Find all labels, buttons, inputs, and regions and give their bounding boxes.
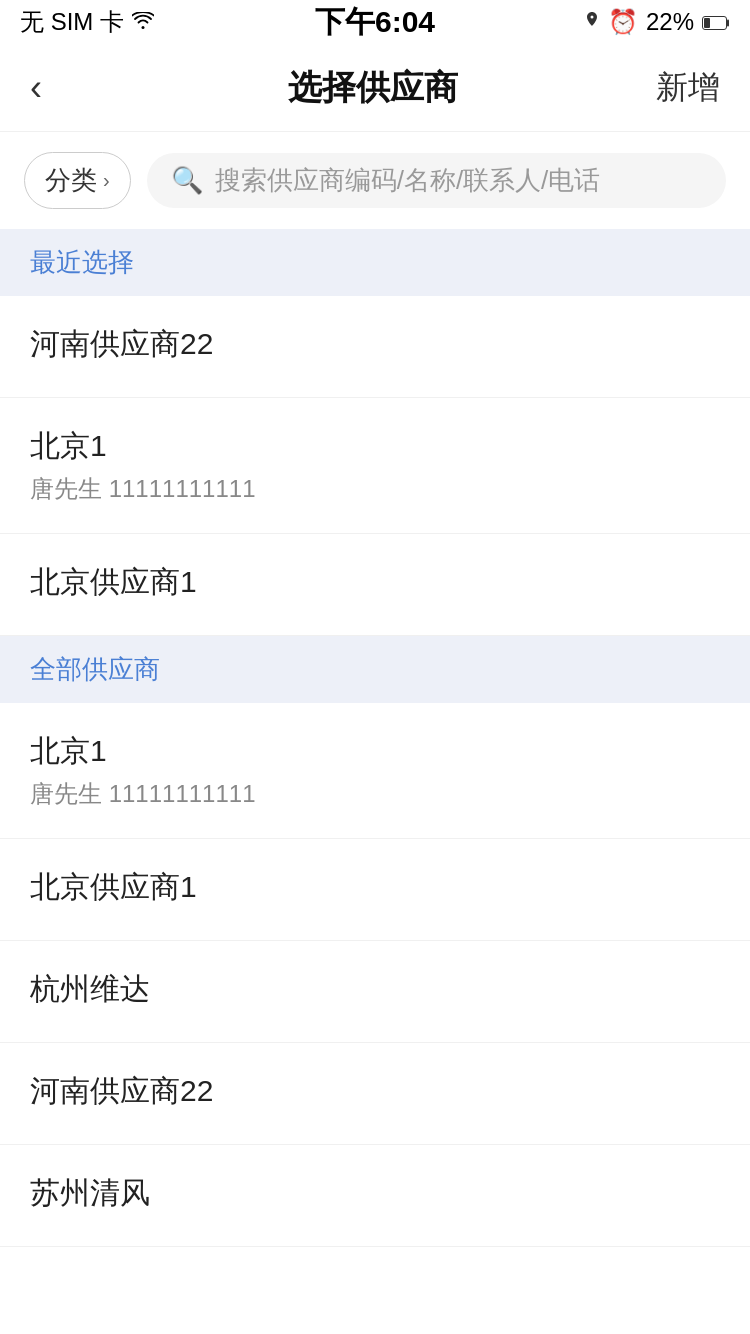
add-button[interactable]: 新增 bbox=[656, 66, 720, 110]
alarm-icon: ⏰ bbox=[608, 8, 638, 36]
status-left: 无 SIM 卡 bbox=[20, 6, 154, 38]
wifi-icon bbox=[132, 8, 154, 36]
search-area: 分类 › 🔍 bbox=[0, 132, 750, 229]
item-detail: 唐先生 11111111111 bbox=[30, 778, 720, 810]
item-detail: 唐先生 11111111111 bbox=[30, 473, 720, 505]
chevron-right-icon: › bbox=[103, 169, 110, 192]
page-title: 选择供应商 bbox=[288, 65, 458, 111]
back-button[interactable]: ‹ bbox=[30, 67, 90, 109]
item-name: 北京供应商1 bbox=[30, 562, 720, 603]
item-name: 苏州清风 bbox=[30, 1173, 720, 1214]
nav-bar: ‹ 选择供应商 新增 bbox=[0, 44, 750, 132]
list-item[interactable]: 杭州维达 bbox=[0, 941, 750, 1043]
list-item[interactable]: 河南供应商22 bbox=[0, 296, 750, 398]
search-box: 🔍 bbox=[147, 153, 726, 208]
status-time: 下午6:04 bbox=[315, 2, 435, 43]
category-button[interactable]: 分类 › bbox=[24, 152, 131, 209]
list-item[interactable]: 河南供应商22 bbox=[0, 1043, 750, 1145]
item-name: 河南供应商22 bbox=[30, 324, 720, 365]
list-item[interactable]: 北京1 唐先生 11111111111 bbox=[0, 703, 750, 839]
list-item[interactable]: 苏州清风 bbox=[0, 1145, 750, 1247]
recent-section-header: 最近选择 bbox=[0, 229, 750, 296]
item-name: 北京供应商1 bbox=[30, 867, 720, 908]
item-name: 北京1 bbox=[30, 426, 720, 467]
battery-text: 22% bbox=[646, 8, 694, 36]
list-item[interactable]: 北京供应商1 bbox=[0, 839, 750, 941]
search-icon: 🔍 bbox=[171, 165, 203, 196]
status-right: ⏰ 22% bbox=[584, 8, 730, 36]
location-icon bbox=[584, 8, 600, 36]
category-label: 分类 bbox=[45, 163, 97, 198]
recent-items-list: 河南供应商22 北京1 唐先生 11111111111 北京供应商1 bbox=[0, 296, 750, 636]
list-item[interactable]: 北京供应商1 bbox=[0, 534, 750, 636]
status-bar: 无 SIM 卡 下午6:04 ⏰ 22% bbox=[0, 0, 750, 44]
svg-rect-1 bbox=[704, 18, 710, 28]
all-items-list: 北京1 唐先生 11111111111 北京供应商1 杭州维达河南供应商22 苏州清风 bbox=[0, 703, 750, 1247]
item-name: 河南供应商22 bbox=[30, 1071, 720, 1112]
carrier-text: 无 SIM 卡 bbox=[20, 6, 124, 38]
all-section-header: 全部供应商 bbox=[0, 636, 750, 703]
search-input[interactable] bbox=[215, 165, 702, 196]
battery-icon bbox=[702, 8, 730, 36]
item-name: 杭州维达 bbox=[30, 969, 720, 1010]
list-item[interactable]: 北京1 唐先生 11111111111 bbox=[0, 398, 750, 534]
item-name: 北京1 bbox=[30, 731, 720, 772]
